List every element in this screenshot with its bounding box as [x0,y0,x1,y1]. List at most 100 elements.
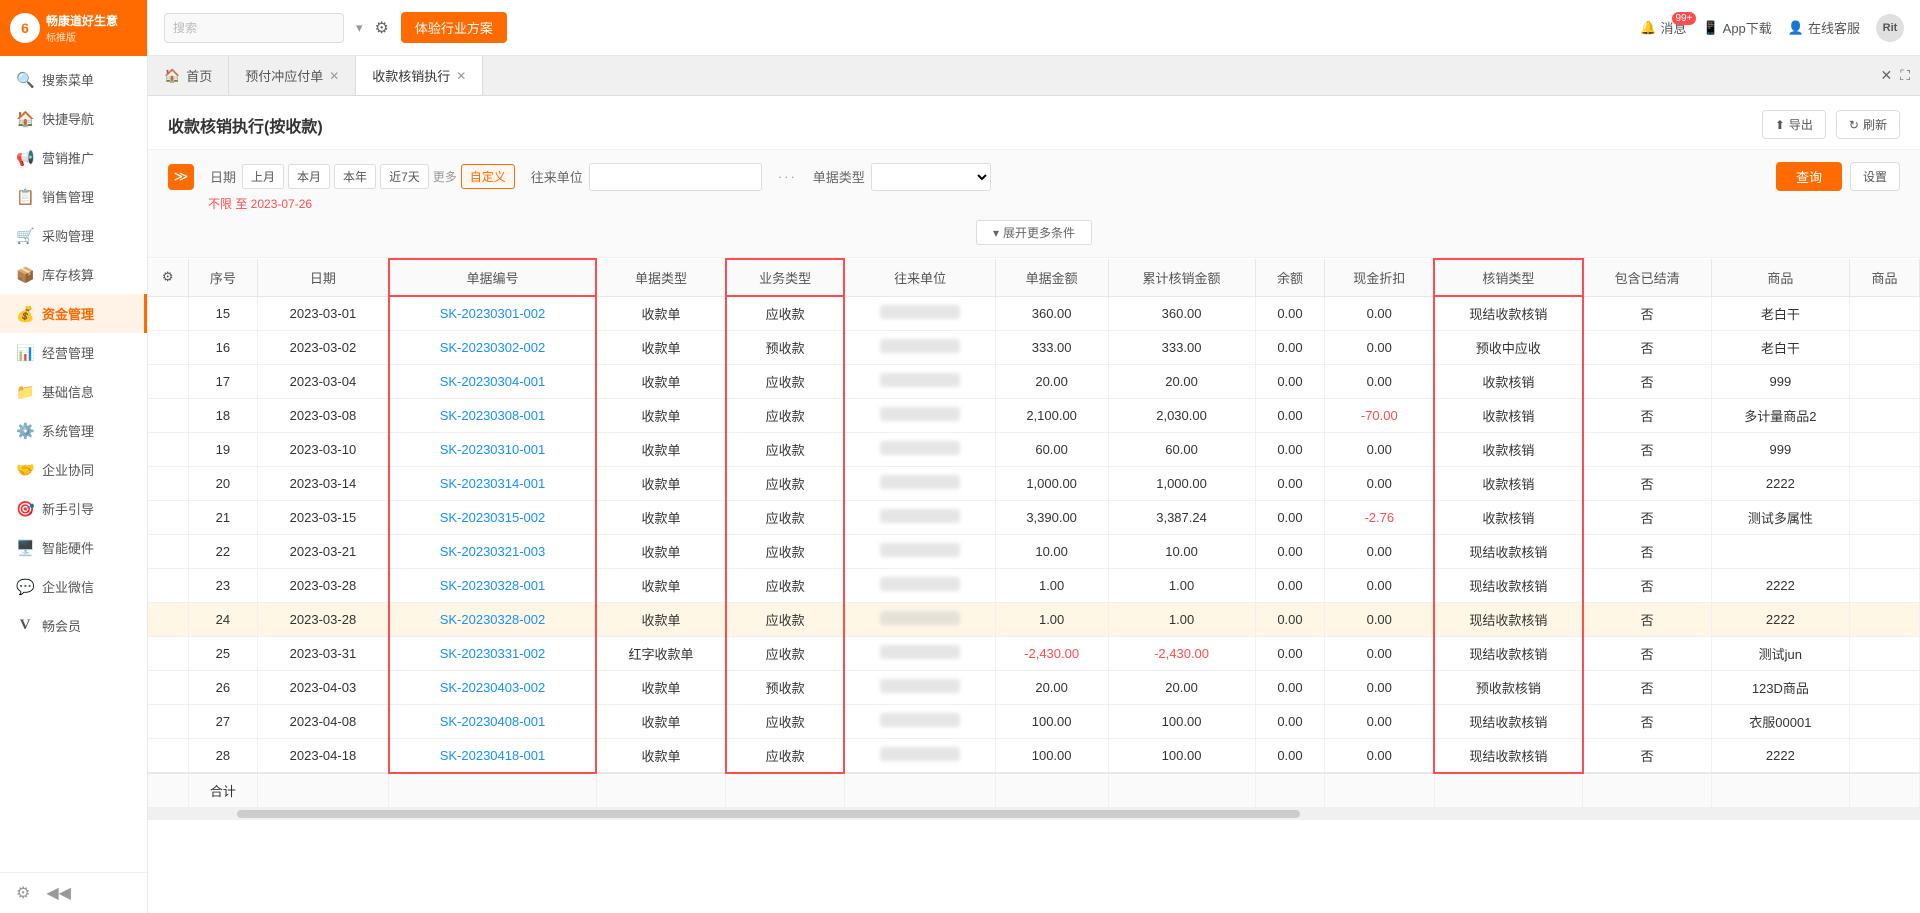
table-cell [1850,331,1920,365]
doc-no-link[interactable]: SK-20230403-002 [440,680,546,695]
table-cell: 应收款 [726,603,845,637]
sidebar-item-search[interactable]: 🔍 搜索菜单 [0,60,147,99]
table-cell[interactable]: SK-20230403-002 [389,671,597,705]
online-service-button[interactable]: 👤 在线客服 [1788,18,1860,37]
sidebar-item-quick-nav[interactable]: 🏠 快捷导航 [0,99,147,138]
table-cell[interactable]: SK-20230328-002 [389,603,597,637]
table-row: 162023-03-02SK-20230302-002收款单预收款333.003… [148,331,1920,365]
table-cell: 收款单 [596,365,725,399]
sidebar-item-basic[interactable]: 📁 基础信息 [0,372,147,411]
tab-prepay-close[interactable]: ✕ [329,69,339,83]
doc-no-link[interactable]: SK-20230301-002 [440,306,546,321]
filter-partner-input[interactable] [589,163,762,191]
table-scroll-thumb[interactable] [237,810,1300,818]
tab-collection[interactable]: 收款核销执行 ✕ [356,56,483,95]
filter-settings-button[interactable]: 设置 [1850,162,1900,191]
table-cell: 否 [1583,501,1711,535]
user-avatar[interactable]: Rit [1876,14,1904,42]
table-cell[interactable]: SK-20230304-001 [389,365,597,399]
industry-solution-button[interactable]: 体验行业方案 [401,12,507,43]
table-cell: 2023-03-31 [258,637,389,671]
doc-no-link[interactable]: SK-20230314-001 [440,476,546,491]
filter-doctype-select[interactable] [871,163,991,191]
sidebar-item-purchase[interactable]: 🛒 采购管理 [0,216,147,255]
tab-prepay[interactable]: 预付冲应付单 ✕ [229,56,356,95]
sidebar-item-member[interactable]: V 畅会员 [0,606,147,645]
filter-date-label: 日期 [210,167,236,186]
doc-no-link[interactable]: SK-20230408-001 [440,714,546,729]
doc-no-link[interactable]: SK-20230302-002 [440,340,546,355]
table-cell[interactable]: SK-20230310-001 [389,433,597,467]
total-cell [1255,773,1325,808]
date-this-month-btn[interactable]: 本月 [288,164,330,189]
sidebar-item-corp[interactable]: 🤝 企业协同 [0,450,147,489]
doc-no-link[interactable]: SK-20230315-002 [440,510,546,525]
doc-no-link[interactable]: SK-20230321-003 [440,544,546,559]
doc-no-link[interactable]: SK-20230328-002 [440,612,546,627]
table-horizontal-scrollbar[interactable] [148,808,1920,820]
table-cell [1850,501,1920,535]
th-gear[interactable]: ⚙ [148,259,188,296]
table-cell: 2023-03-08 [258,399,389,433]
topbar-dropdown-icon[interactable]: ▾ [356,20,363,36]
sidebar-item-finance[interactable]: 💰 资金管理 [0,294,147,333]
sidebar-item-system[interactable]: ⚙️ 系统管理 [0,411,147,450]
notification-button[interactable]: 🔔 消息 99+ [1640,18,1686,37]
doc-no-link[interactable]: SK-20230328-001 [440,578,546,593]
tab-expand-icon[interactable]: ⛶ [1900,67,1910,84]
settings-icon[interactable]: ⚙ [16,883,30,903]
tab-home[interactable]: 🏠 首页 [148,56,229,95]
refresh-button[interactable]: ↻ 刷新 [1836,110,1900,139]
table-cell: 0.00 [1325,331,1434,365]
date-last-month-btn[interactable]: 上月 [242,164,284,189]
table-cell: 否 [1583,535,1711,569]
table-cell[interactable]: SK-20230314-001 [389,467,597,501]
topbar-gear-icon[interactable]: ⚙ [375,18,389,38]
filter-expand-row: ▾ 展开更多条件 [168,220,1900,245]
collapse-icon[interactable]: ◀◀ [46,883,71,903]
table-cell[interactable]: SK-20230302-002 [389,331,597,365]
tab-close-all-icon[interactable]: ✕ [1880,67,1892,84]
query-button[interactable]: 查询 [1776,162,1842,191]
tab-collection-close[interactable]: ✕ [456,69,466,83]
date-this-year-btn[interactable]: 本年 [334,164,376,189]
table-cell[interactable]: SK-20230308-001 [389,399,597,433]
table-cell[interactable]: SK-20230418-001 [389,739,597,774]
sidebar-item-guide[interactable]: 🎯 新手引导 [0,489,147,528]
corp-icon: 🤝 [16,461,34,479]
table-cell [148,569,188,603]
sidebar-item-marketing[interactable]: 📢 营销推广 [0,138,147,177]
table-cell: 60.00 [995,433,1108,467]
sidebar-item-wechat[interactable]: 💬 企业微信 [0,567,147,606]
table-cell[interactable]: SK-20230321-003 [389,535,597,569]
table-cell[interactable]: SK-20230331-002 [389,637,597,671]
doc-no-link[interactable]: SK-20230304-001 [440,374,546,389]
doc-no-link[interactable]: SK-20230418-001 [440,748,546,763]
table-cell: 否 [1583,365,1711,399]
table-cell[interactable]: SK-20230315-002 [389,501,597,535]
sidebar-item-hardware[interactable]: 🖥️ 智能硬件 [0,528,147,567]
date-custom-btn[interactable]: 自定义 [461,164,515,189]
date-7days-btn[interactable]: 近7天 [380,164,429,189]
table-cell [148,331,188,365]
table-cell: 2222 [1711,739,1849,774]
app-download-button[interactable]: 📱 App下载 [1702,18,1771,37]
doc-no-link[interactable]: SK-20230310-001 [440,442,546,457]
filter-expand-button[interactable]: ▾ 展开更多条件 [976,220,1092,245]
table-cell[interactable]: SK-20230328-001 [389,569,597,603]
sidebar-item-inventory[interactable]: 📦 库存核算 [0,255,147,294]
table-cell: 1.00 [1108,603,1255,637]
total-cell [258,773,389,808]
table-cell: 100.00 [1108,739,1255,774]
export-button[interactable]: ⬆ 导出 [1762,110,1826,139]
filter-toggle-button[interactable]: ≫ [168,164,194,190]
doc-no-link[interactable]: SK-20230308-001 [440,408,546,423]
table-row: 152023-03-01SK-20230301-002收款单应收款360.003… [148,296,1920,331]
sidebar-item-sales[interactable]: 📋 销售管理 [0,177,147,216]
doc-no-link[interactable]: SK-20230331-002 [440,646,546,661]
sidebar-item-operations[interactable]: 📊 经营管理 [0,333,147,372]
table-cell [844,433,995,467]
table-cell[interactable]: SK-20230301-002 [389,296,597,331]
date-more-label[interactable]: 更多 [433,168,457,185]
table-cell[interactable]: SK-20230408-001 [389,705,597,739]
